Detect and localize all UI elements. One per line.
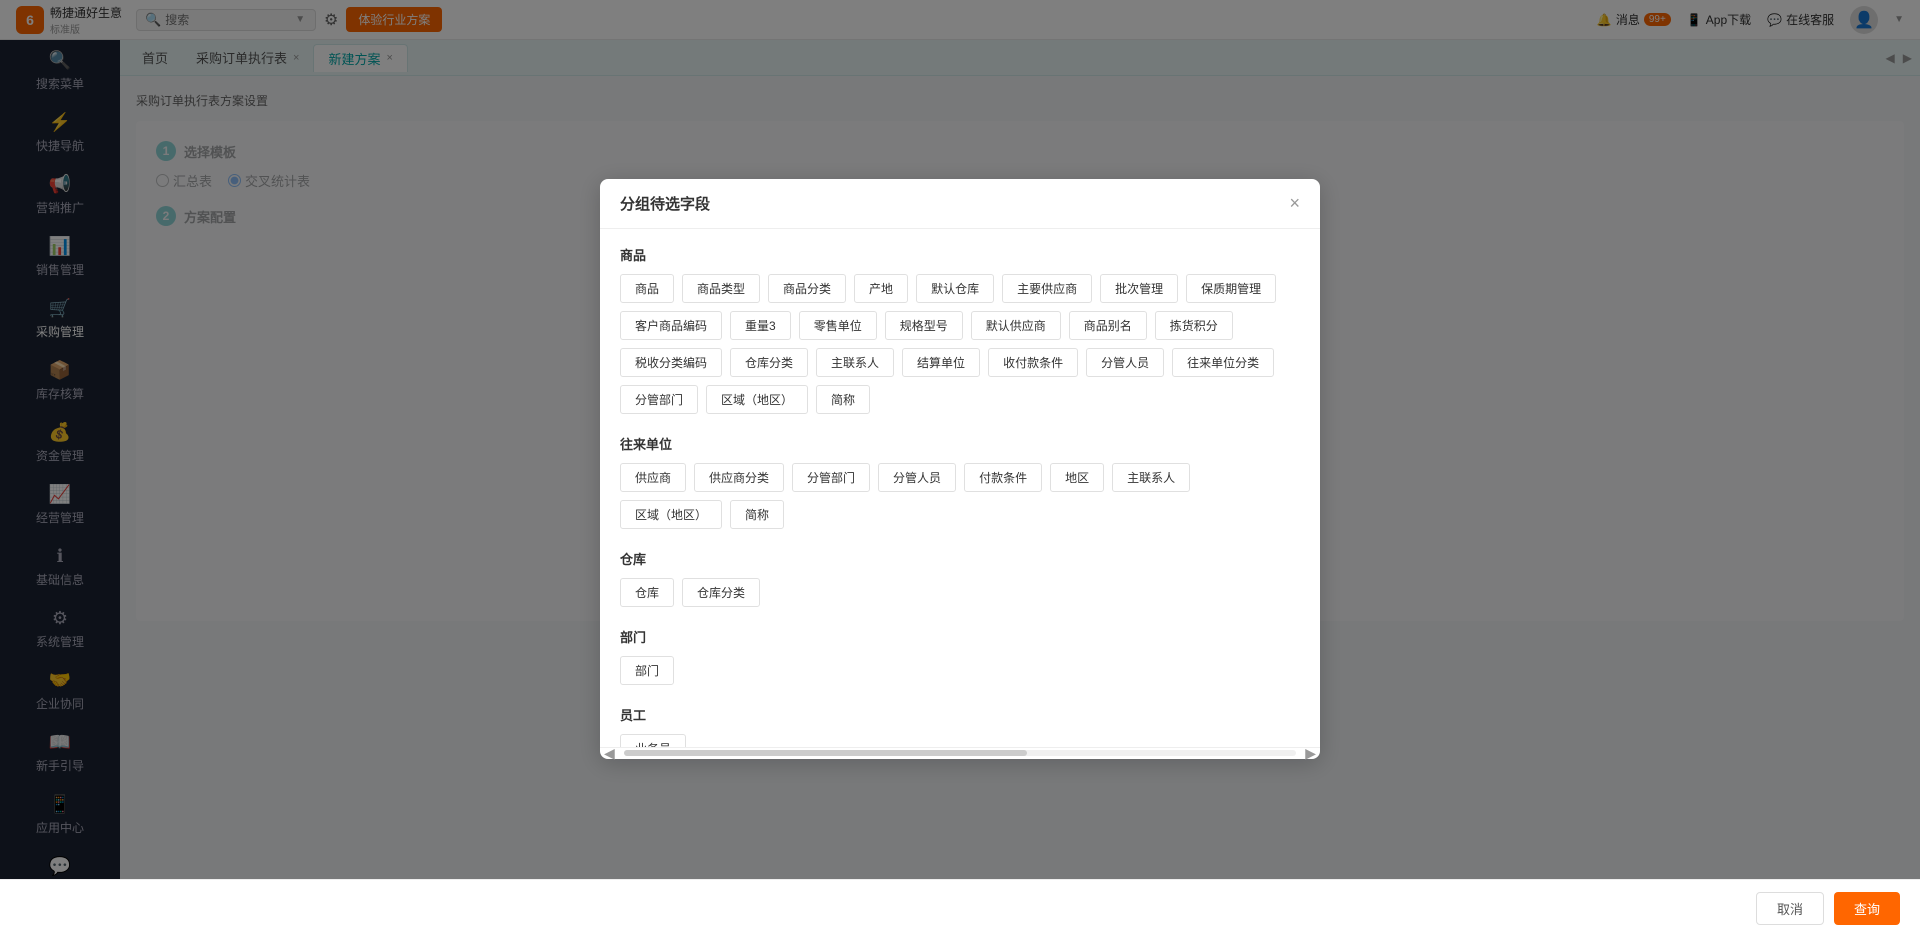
section-warehouse: 仓库 仓库 仓库分类 [620, 549, 1300, 607]
section-department: 部门 部门 [620, 627, 1300, 685]
field-tag[interactable]: 分管部门 [620, 385, 698, 414]
field-tag[interactable]: 零售单位 [799, 311, 877, 340]
field-tag[interactable]: 区域（地区） [620, 500, 722, 529]
field-tag[interactable]: 商品分类 [768, 274, 846, 303]
field-tag[interactable]: 往来单位分类 [1172, 348, 1274, 377]
section-partner-title: 往来单位 [620, 434, 1300, 453]
field-tag[interactable]: 批次管理 [1100, 274, 1178, 303]
field-tag[interactable]: 付款条件 [964, 463, 1042, 492]
field-tag[interactable]: 主联系人 [1112, 463, 1190, 492]
hscroll-left-btn[interactable]: ◀ [604, 745, 624, 762]
field-tag[interactable]: 产地 [854, 274, 908, 303]
field-tag[interactable]: 简称 [730, 500, 784, 529]
field-tag[interactable]: 仓库 [620, 578, 674, 607]
warehouse-field-tags: 仓库 仓库分类 [620, 578, 1300, 607]
field-tag[interactable]: 商品别名 [1069, 311, 1147, 340]
employee-field-tags: 业务员 [620, 734, 1300, 747]
field-tag[interactable]: 主联系人 [816, 348, 894, 377]
field-tag[interactable]: 业务员 [620, 734, 686, 747]
field-select-modal: 分组待选字段 × 商品 商品 商品类型 商品分类 产地 默认仓库 主要供应商 批… [600, 179, 1320, 759]
field-tag[interactable]: 地区 [1050, 463, 1104, 492]
modal-footer: 取消 查询 [0, 879, 1920, 937]
partner-field-tags: 供应商 供应商分类 分管部门 分管人员 付款条件 地区 主联系人 区域（地区） … [620, 463, 1300, 529]
confirm-button[interactable]: 查询 [1834, 892, 1900, 925]
field-tag[interactable]: 仓库分类 [682, 578, 760, 607]
hscroll-right-btn[interactable]: ▶ [1296, 745, 1316, 762]
section-warehouse-title: 仓库 [620, 549, 1300, 568]
field-tag[interactable]: 收付款条件 [988, 348, 1078, 377]
field-tag[interactable]: 供应商分类 [694, 463, 784, 492]
modal-title: 分组待选字段 [620, 193, 710, 214]
hscroll-thumb [624, 750, 1027, 756]
field-tag[interactable]: 结算单位 [902, 348, 980, 377]
field-tag[interactable]: 商品 [620, 274, 674, 303]
field-tag[interactable]: 重量3 [730, 311, 791, 340]
department-field-tags: 部门 [620, 656, 1300, 685]
cancel-button[interactable]: 取消 [1756, 892, 1824, 925]
section-product: 商品 商品 商品类型 商品分类 产地 默认仓库 主要供应商 批次管理 保质期管理… [620, 245, 1300, 414]
field-tag[interactable]: 税收分类编码 [620, 348, 722, 377]
modal-header: 分组待选字段 × [600, 179, 1320, 229]
section-employee: 员工 业务员 [620, 705, 1300, 747]
field-tag[interactable]: 分管人员 [1086, 348, 1164, 377]
section-product-title: 商品 [620, 245, 1300, 264]
field-tag[interactable]: 仓库分类 [730, 348, 808, 377]
field-tag[interactable]: 客户商品编码 [620, 311, 722, 340]
field-tag[interactable]: 部门 [620, 656, 674, 685]
modal-overlay: 分组待选字段 × 商品 商品 商品类型 商品分类 产地 默认仓库 主要供应商 批… [0, 0, 1920, 937]
modal-close-button[interactable]: × [1289, 193, 1300, 214]
field-tag[interactable]: 拣货积分 [1155, 311, 1233, 340]
field-tag[interactable]: 主要供应商 [1002, 274, 1092, 303]
field-tag[interactable]: 分管人员 [878, 463, 956, 492]
field-tag[interactable]: 规格型号 [885, 311, 963, 340]
modal-hscroll[interactable]: ◀ ▶ [600, 747, 1320, 759]
section-employee-title: 员工 [620, 705, 1300, 724]
field-tag[interactable]: 供应商 [620, 463, 686, 492]
field-tag[interactable]: 简称 [816, 385, 870, 414]
field-tag[interactable]: 默认供应商 [971, 311, 1061, 340]
section-partner: 往来单位 供应商 供应商分类 分管部门 分管人员 付款条件 地区 主联系人 区域… [620, 434, 1300, 529]
modal-body[interactable]: 商品 商品 商品类型 商品分类 产地 默认仓库 主要供应商 批次管理 保质期管理… [600, 229, 1320, 747]
field-tag[interactable]: 区域（地区） [706, 385, 808, 414]
field-tag[interactable]: 保质期管理 [1186, 274, 1276, 303]
field-tag[interactable]: 分管部门 [792, 463, 870, 492]
field-tag[interactable]: 商品类型 [682, 274, 760, 303]
hscroll-track [624, 750, 1296, 756]
section-department-title: 部门 [620, 627, 1300, 646]
product-field-tags: 商品 商品类型 商品分类 产地 默认仓库 主要供应商 批次管理 保质期管理 客户… [620, 274, 1300, 414]
field-tag[interactable]: 默认仓库 [916, 274, 994, 303]
